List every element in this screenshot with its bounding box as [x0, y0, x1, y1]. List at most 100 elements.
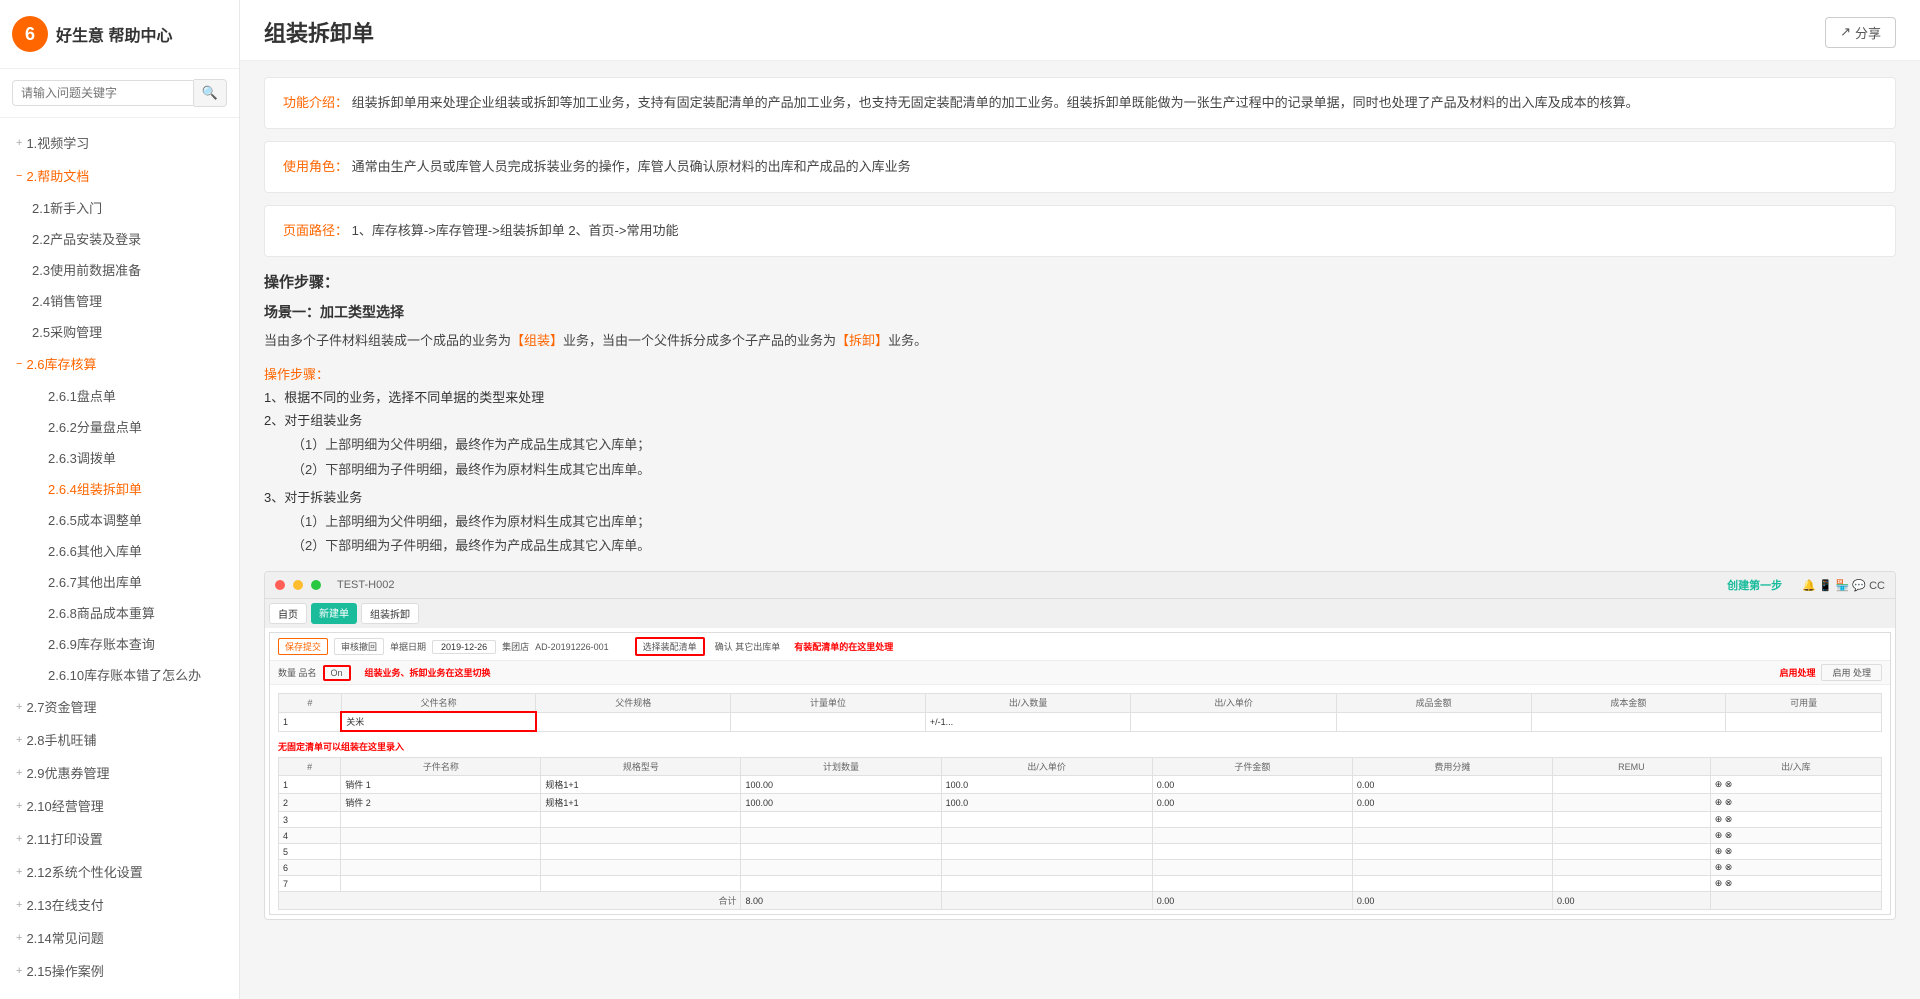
- lth-col6: 费用分摊: [1352, 758, 1552, 776]
- step3-sub1: （1）上部明细为父件明细，最终作为原材料生成其它出库单；: [264, 510, 1896, 535]
- logo-text: 好生意 帮助中心: [56, 22, 172, 46]
- browser-dot-red: [275, 580, 285, 590]
- sidebar-sub-label: 2.2产品安装及登录: [32, 232, 141, 247]
- sidebar-item-28[interactable]: + 2.8手机旺铺: [0, 723, 239, 756]
- sidebar-item-261[interactable]: 2.6.1盘点单: [0, 380, 239, 411]
- ltd-spec2: 规格1+1: [541, 794, 741, 812]
- ltd-inout2: ⊕ ⊗: [1710, 794, 1881, 812]
- ltd-price7: [941, 876, 1152, 892]
- mock-lower-table-area: 无固定清单可以组装在这里录入 # 子件名称 规格型号 计划数量 出/入单价 子件…: [270, 736, 1890, 914]
- th-col3: 计量单位: [731, 694, 926, 713]
- plus-icon-27: +: [16, 701, 22, 713]
- total-label: 合计: [279, 892, 741, 910]
- ltd-price5: [941, 844, 1152, 860]
- mock-toolbar: 保存提交 审核撤回 单据日期 2019-12-26 集团店 AD-2019122…: [270, 633, 1890, 661]
- mock-lower-header-row: # 子件名称 规格型号 计划数量 出/入单价 子件金额 费用分摊 REMU 出/…: [279, 758, 1882, 776]
- sidebar-item-263[interactable]: 2.6.3调拨单: [0, 442, 239, 473]
- sidebar-item-29[interactable]: + 2.9优惠券管理: [0, 756, 239, 789]
- ltd-qty: 100.00: [741, 776, 941, 794]
- ltd-num5: 5: [279, 844, 341, 860]
- mock-qty-label: 数量 品名: [278, 666, 317, 679]
- sidebar-item-2610[interactable]: 2.6.10库存账本错了怎么办: [0, 659, 239, 690]
- plus-icon: +: [16, 137, 22, 149]
- screenshot-mockup: TEST-H002 创建第一步 🔔 📱 🏪 💬 CC 自页 新建单 组装拆卸 保…: [264, 571, 1896, 920]
- sidebar-item-213[interactable]: + 2.13在线支付: [0, 888, 239, 921]
- sidebar-item-25[interactable]: 2.5采购管理: [0, 316, 239, 347]
- mock-order-no: AD-20191226-001: [535, 642, 609, 652]
- ltd-inout7: ⊕ ⊗: [1710, 876, 1881, 892]
- mock-upper-table-body: 1 关米 +/-1...: [279, 712, 1882, 731]
- table-row: 1 关米 +/-1...: [279, 712, 1882, 731]
- sidebar-item-23[interactable]: 2.3使用前数据准备: [0, 254, 239, 285]
- sidebar-item-215[interactable]: + 2.15操作案例: [0, 954, 239, 987]
- sidebar-item-264[interactable]: 2.6.4组装拆卸单: [0, 473, 239, 504]
- sidebar-item-266[interactable]: 2.6.6其他入库单: [0, 535, 239, 566]
- share-button[interactable]: ↗ 分享: [1825, 17, 1896, 48]
- sidebar-item-214[interactable]: + 2.14常见问题: [0, 921, 239, 954]
- sidebar-sub-label: 2.5采购管理: [32, 325, 102, 340]
- sidebar-item-27[interactable]: + 2.7资金管理: [0, 690, 239, 723]
- mock-lower-table-footer: 合计 8.00 0.00 0.00 0.00: [279, 892, 1882, 910]
- table-row: 5 ⊕ ⊗: [279, 844, 1882, 860]
- sidebar-sub-label: 2.6.5成本调整单: [48, 513, 142, 528]
- sidebar-item-22[interactable]: 2.2产品安装及登录: [0, 223, 239, 254]
- sidebar-item-video[interactable]: + 1.视频学习: [0, 126, 239, 159]
- total-inout: [1710, 892, 1881, 910]
- sidebar-item-212[interactable]: + 2.12系统个性化设置: [0, 855, 239, 888]
- lth-col4: 出/入单价: [941, 758, 1152, 776]
- step3: 3、对于拆装业务: [264, 487, 1896, 506]
- td-qty: +/-1...: [925, 712, 1131, 731]
- mock-group-label: 集团店: [502, 640, 529, 653]
- sidebar-item-24[interactable]: 2.4销售管理: [0, 285, 239, 316]
- sidebar-sub-label: 2.6.10库存账本错了怎么办: [48, 668, 201, 683]
- ltd-spec6: [541, 860, 741, 876]
- logo-area: 6 好生意 帮助中心: [0, 0, 239, 69]
- ltd-price6: [941, 860, 1152, 876]
- role-text: 通常由生产人员或库管人员完成拆装业务的操作，库管人员确认原材料的出库和产成品的入…: [352, 159, 911, 174]
- feature-intro-text: 组装拆卸单用来处理企业组装或拆卸等加工业务，支持有固定装配清单的产品加工业务，也…: [352, 95, 1639, 110]
- plus-icon-215: +: [16, 965, 22, 977]
- search-button[interactable]: 🔍: [194, 79, 227, 107]
- ltd-qty7: [741, 876, 941, 892]
- td-amount: [1336, 712, 1531, 731]
- ltd-num2: 2: [279, 794, 341, 812]
- th-col2: 父件规格: [536, 694, 731, 713]
- step1: 1、根据不同的业务，选择不同单据的类型来处理: [264, 387, 1896, 406]
- sidebar-item-211[interactable]: + 2.11打印设置: [0, 822, 239, 855]
- sidebar-item-label: 2.12系统个性化设置: [26, 862, 142, 881]
- main-header: 组装拆卸单 ↗ 分享: [240, 0, 1920, 61]
- sidebar-sub-label: 2.6.8商品成本重算: [48, 606, 155, 621]
- sidebar-item-265[interactable]: 2.6.5成本调整单: [0, 504, 239, 535]
- sidebar-item-262[interactable]: 2.6.2分量盘点单: [0, 411, 239, 442]
- table-row: 6 ⊕ ⊗: [279, 860, 1882, 876]
- mock-app-tabs: 自页 新建单 组装拆卸: [265, 599, 1895, 628]
- ltd-spec7: [541, 876, 741, 892]
- content-area: 功能介绍： 组装拆卸单用来处理企业组装或拆卸等加工业务，支持有固定装配清单的产品…: [240, 61, 1920, 999]
- role-block: 使用角色： 通常由生产人员或库管人员完成拆装业务的操作，库管人员确认原材料的出库…: [264, 141, 1896, 193]
- ltd-name3: [341, 812, 541, 828]
- ltd-amount6: [1152, 860, 1352, 876]
- sidebar-item-210[interactable]: + 2.10经营管理: [0, 789, 239, 822]
- ltd-spec3: [541, 812, 741, 828]
- sidebar-item-267[interactable]: 2.6.7其他出库单: [0, 566, 239, 597]
- sidebar-item-docs[interactable]: − 2.帮助文档: [0, 159, 239, 192]
- role-label: 使用角色：: [283, 159, 348, 174]
- ltd-remu7: [1552, 876, 1710, 892]
- ops-steps-label: 操作步骤：: [264, 364, 1896, 383]
- ltd-amount3: [1152, 812, 1352, 828]
- page-title: 组装拆卸单: [264, 16, 374, 48]
- ltd-amount7: [1152, 876, 1352, 892]
- ltd-qty6: [741, 860, 941, 876]
- sidebar-item-268[interactable]: 2.6.8商品成本重算: [0, 597, 239, 628]
- ltd-fen2: 0.00: [1352, 794, 1552, 812]
- sidebar-item-26[interactable]: − 2.6库存核算: [0, 347, 239, 380]
- sidebar-item-21[interactable]: 2.1新手入门: [0, 192, 239, 223]
- ltd-amount4: [1152, 828, 1352, 844]
- mock-upper-table-head: # 父件名称 父件规格 计量单位 出/入数量 出/入单价 成品金额 成本金额 可…: [279, 694, 1882, 713]
- search-input[interactable]: [12, 80, 194, 106]
- sidebar-sub-label: 2.6.3调拨单: [48, 451, 116, 466]
- table-row: 4 ⊕ ⊗: [279, 828, 1882, 844]
- ltd-remu5: [1552, 844, 1710, 860]
- mock-confirm-btn: 确认 其它出库单: [715, 640, 781, 653]
- sidebar-item-269[interactable]: 2.6.9库存账本查询: [0, 628, 239, 659]
